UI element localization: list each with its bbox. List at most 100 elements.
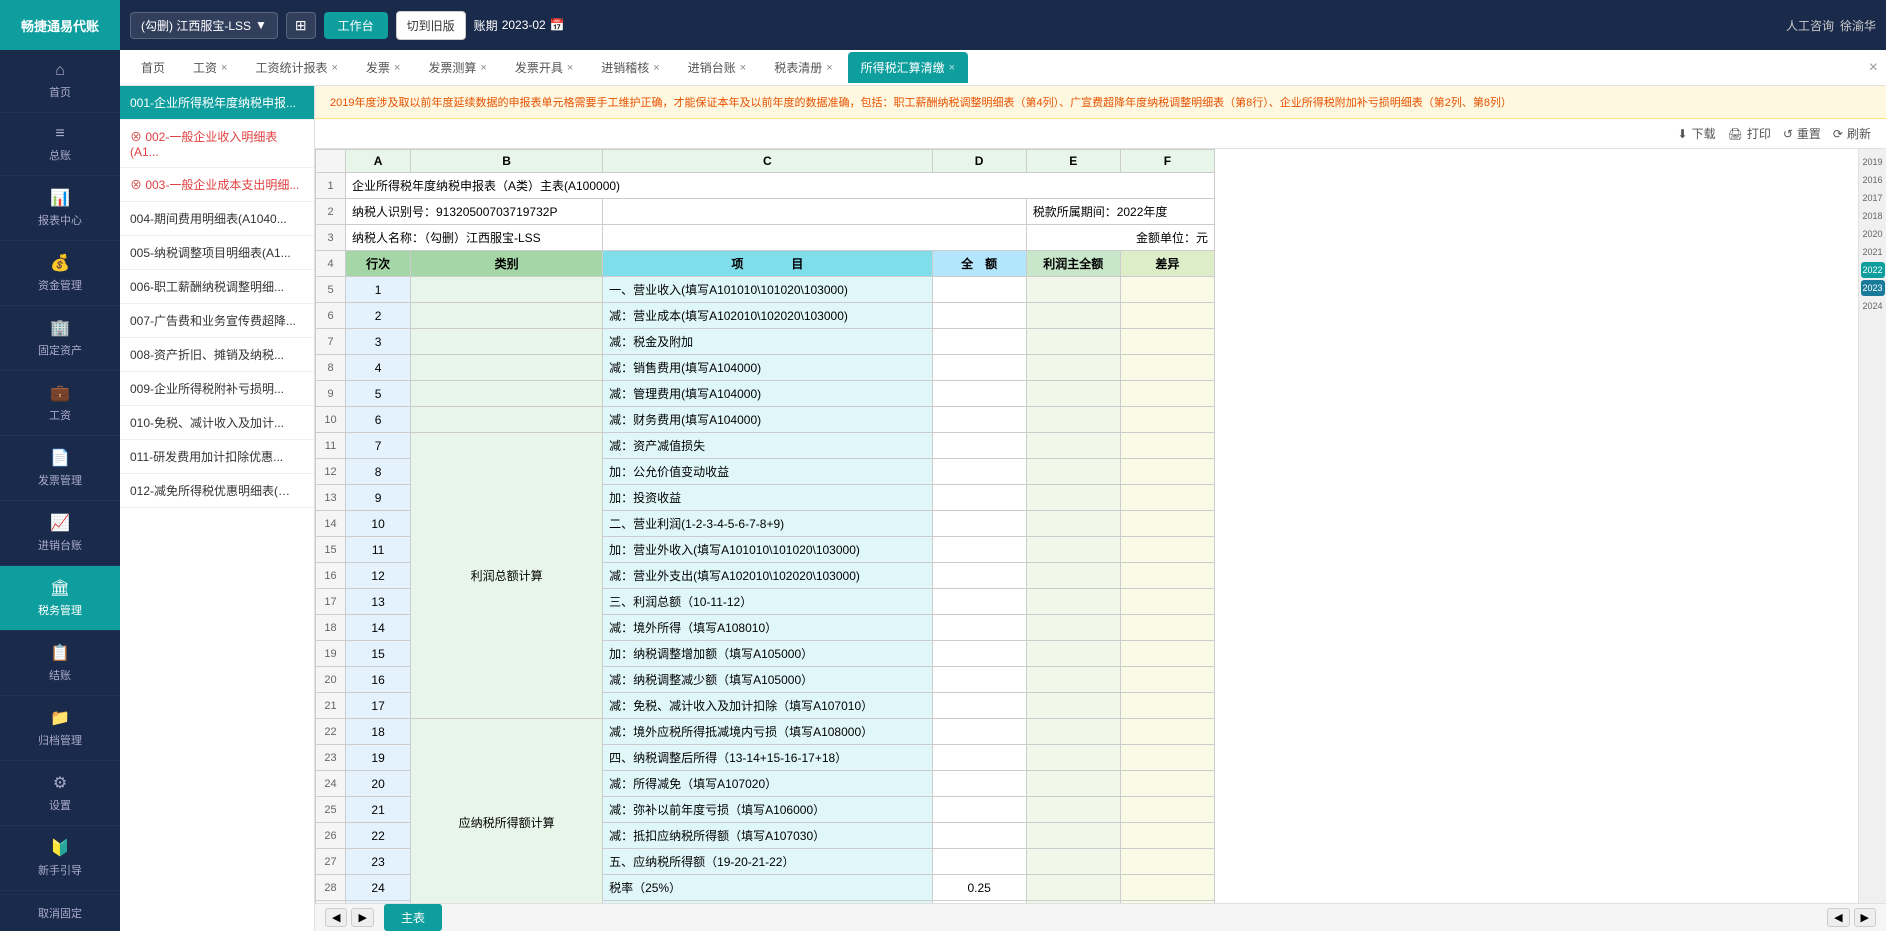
cell-profit[interactable] (1026, 771, 1120, 797)
scroll-right-btn[interactable]: ▶ (1854, 908, 1876, 927)
cell-profit[interactable] (1026, 407, 1120, 433)
cell-amount[interactable] (932, 823, 1026, 849)
cell-item[interactable]: 减：财务费用(填写A104000) (603, 407, 932, 433)
scroll-left-btn[interactable]: ◀ (1827, 908, 1849, 927)
sidebar-item-settlement[interactable]: 📋结账 (0, 631, 120, 696)
cell-seq[interactable]: 19 (346, 745, 411, 771)
cell-seq[interactable]: 7 (346, 433, 411, 459)
cell-amount[interactable] (932, 381, 1026, 407)
year-tag-2019[interactable]: 2019 (1861, 154, 1885, 170)
cell-profit[interactable] (1026, 433, 1120, 459)
cell-item[interactable]: 减：所得减免（填写A107020） (603, 771, 932, 797)
left-panel-item-011[interactable]: 011-研发费用加计扣除优惠... (120, 440, 314, 474)
cell-diff[interactable] (1120, 433, 1214, 459)
cell-profit[interactable] (1026, 303, 1120, 329)
sidebar-item-guide[interactable]: 🔰新手引导 (0, 826, 120, 891)
cell-item[interactable]: 减：管理费用(填写A104000) (603, 381, 932, 407)
sidebar-item-home[interactable]: ⌂首页 (0, 50, 120, 113)
sheet-next-btn[interactable]: ▶ (351, 908, 373, 927)
cell-seq[interactable]: 22 (346, 823, 411, 849)
cell-profit[interactable] (1026, 615, 1120, 641)
sidebar-item-payroll[interactable]: 💼工资 (0, 371, 120, 436)
sidebar-item-settings[interactable]: ⚙设置 (0, 761, 120, 826)
cell-amount[interactable]: 0.25 (932, 875, 1026, 901)
cell-diff[interactable] (1120, 277, 1214, 303)
tab-payroll_stat[interactable]: 工资统计报表× (242, 52, 350, 83)
cell-diff[interactable] (1120, 355, 1214, 381)
cell-seq[interactable]: 23 (346, 849, 411, 875)
cell-profit[interactable] (1026, 563, 1120, 589)
cell-amount[interactable] (932, 719, 1026, 745)
tab-home[interactable]: 首页 (128, 52, 178, 83)
cell-profit[interactable] (1026, 537, 1120, 563)
cell-amount[interactable] (932, 303, 1026, 329)
left-panel-item-003[interactable]: ⊗ 003-一般企业成本支出明细... (120, 168, 314, 202)
left-panel-item-008[interactable]: 008-资产折旧、摊销及纳税... (120, 338, 314, 372)
cell-item[interactable]: 减：营业成本(填写A102010\102020\103000) (603, 303, 932, 329)
cell-diff[interactable] (1120, 563, 1214, 589)
cell-item[interactable]: 减：资产减值损失 (603, 433, 932, 459)
cell-item[interactable]: 减：纳税调整减少额（填写A105000） (603, 667, 932, 693)
sheet-prev-btn[interactable]: ◀ (325, 908, 347, 927)
cell-seq[interactable]: 6 (346, 407, 411, 433)
sidebar-item-report[interactable]: 📊报表中心 (0, 176, 120, 241)
cell-amount[interactable] (932, 849, 1026, 875)
year-tag-2018[interactable]: 2018 (1861, 208, 1885, 224)
cell-amount[interactable] (932, 745, 1026, 771)
cell-profit[interactable] (1026, 849, 1120, 875)
cell-profit[interactable] (1026, 693, 1120, 719)
cell-diff[interactable] (1120, 381, 1214, 407)
tab-tax_form[interactable]: 税表清册× (761, 52, 845, 83)
left-panel-item-004[interactable]: 004-期间费用明细表(A1040... (120, 202, 314, 236)
left-panel-item-009[interactable]: 009-企业所得税附补亏损明... (120, 372, 314, 406)
main-sheet-tab[interactable]: 主表 (384, 904, 442, 931)
cell-seq[interactable]: 5 (346, 381, 411, 407)
sidebar-item-ledger[interactable]: ≡总账 (0, 113, 120, 176)
cell-diff[interactable] (1120, 329, 1214, 355)
left-panel-item-001[interactable]: 001-企业所得税年度纳税申报... (120, 86, 314, 120)
year-tag-2017[interactable]: 2017 (1861, 190, 1885, 206)
cell-diff[interactable] (1120, 615, 1214, 641)
sidebar-item-sales[interactable]: 📈进销台账 (0, 501, 120, 566)
switch-version-btn[interactable]: 切到旧版 (396, 11, 466, 40)
cell-seq[interactable]: 2 (346, 303, 411, 329)
cell-profit[interactable] (1026, 797, 1120, 823)
cell-profit[interactable] (1026, 485, 1120, 511)
sidebar-item-archive[interactable]: 📁归档管理 (0, 696, 120, 761)
cell-item[interactable]: 三、利润总额（10-11-12） (603, 589, 932, 615)
tab-income_tax[interactable]: 所得税汇算清缴× (848, 52, 968, 83)
left-panel-item-007[interactable]: 007-广告费和业务宣传费超降... (120, 304, 314, 338)
cell-profit[interactable] (1026, 277, 1120, 303)
cell-profit[interactable] (1026, 459, 1120, 485)
cell-amount[interactable] (932, 693, 1026, 719)
cell-amount[interactable] (932, 615, 1026, 641)
cell-seq[interactable]: 12 (346, 563, 411, 589)
cell-amount[interactable] (932, 797, 1026, 823)
cell-amount[interactable] (932, 641, 1026, 667)
download-btn[interactable]: ⬇ 下载 (1678, 125, 1716, 142)
cell-amount[interactable] (932, 329, 1026, 355)
year-tag-2016[interactable]: 2016 (1861, 172, 1885, 188)
cell-seq[interactable]: 15 (346, 641, 411, 667)
cell-item[interactable]: 减：销售费用(填写A104000) (603, 355, 932, 381)
cell-seq[interactable]: 13 (346, 589, 411, 615)
cell-seq[interactable]: 14 (346, 615, 411, 641)
year-tag-2022[interactable]: 2022 (1861, 262, 1885, 278)
cell-amount[interactable] (932, 537, 1026, 563)
tab-purchase_check[interactable]: 进销稽核× (588, 52, 672, 83)
cell-amount[interactable] (932, 407, 1026, 433)
cell-seq[interactable]: 10 (346, 511, 411, 537)
left-panel-item-005[interactable]: 005-纳税调整项目明细表(A1... (120, 236, 314, 270)
cell-amount[interactable] (932, 771, 1026, 797)
copy-btn[interactable]: ⊞ (286, 12, 316, 39)
cell-seq[interactable]: 18 (346, 719, 411, 745)
cell-amount[interactable] (932, 433, 1026, 459)
cell-item[interactable]: 一、营业收入(填写A101010\101020\103000) (603, 277, 932, 303)
cell-item[interactable]: 加：纳税调整增加额（填写A105000） (603, 641, 932, 667)
tab-invoice_open[interactable]: 发票开具× (502, 52, 586, 83)
tab-invoice_mgmt[interactable]: 发票× (353, 52, 413, 83)
left-panel-item-002[interactable]: ⊗ 002-一般企业收入明细表(A1... (120, 120, 314, 168)
year-tag-2021[interactable]: 2021 (1861, 244, 1885, 260)
refresh-btn[interactable]: ⟳ 刷新 (1833, 125, 1871, 142)
sidebar-item-tax[interactable]: 🏛税务管理 (0, 566, 120, 631)
